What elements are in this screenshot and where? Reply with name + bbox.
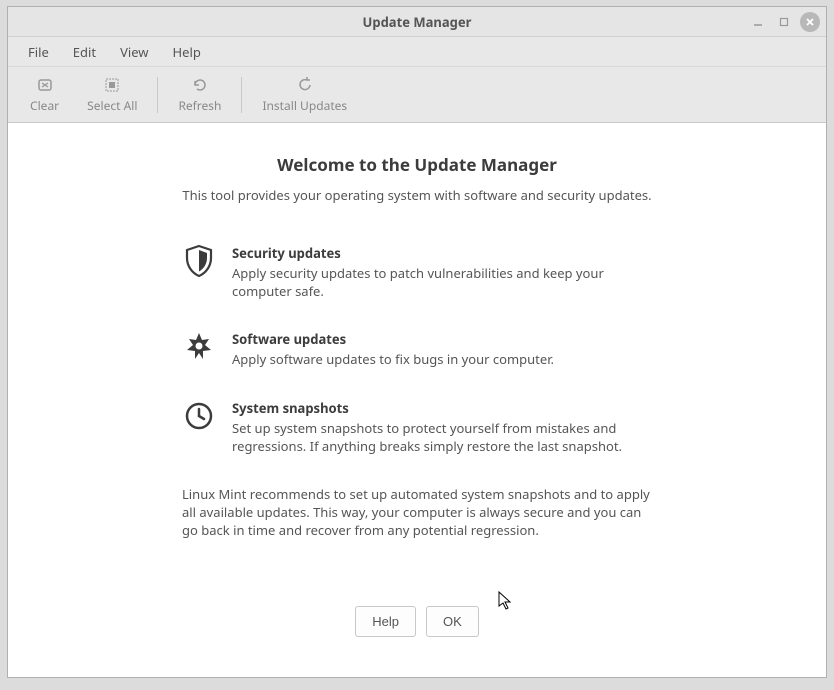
clock-icon xyxy=(182,399,216,433)
section-snapshots: System snapshots Set up system snapshots… xyxy=(182,399,652,455)
titlebar: Update Manager xyxy=(8,7,826,37)
shield-icon xyxy=(182,244,216,278)
recommendation-text: Linux Mint recommends to set up automate… xyxy=(182,485,652,540)
menu-file[interactable]: File xyxy=(16,39,61,65)
app-window: Update Manager File Edit View Help Clear xyxy=(7,6,827,678)
select-all-label: Select All xyxy=(87,97,137,114)
section-text: System snapshots Set up system snapshots… xyxy=(232,399,652,455)
cursor-icon xyxy=(498,591,514,615)
toolbar-separator xyxy=(241,77,242,113)
help-button[interactable]: Help xyxy=(355,606,416,637)
toolbar-separator xyxy=(157,77,158,113)
menu-view[interactable]: View xyxy=(108,39,160,65)
welcome-title: Welcome to the Update Manager xyxy=(277,153,557,176)
content-area: Welcome to the Update Manager This tool … xyxy=(8,123,826,677)
section-title: System snapshots xyxy=(232,399,652,417)
section-desc: Apply security updates to patch vulnerab… xyxy=(232,264,652,300)
toolbar: Clear Select All Refresh Install Updates xyxy=(8,67,826,123)
clear-icon xyxy=(37,76,53,94)
welcome-subtitle: This tool provides your operating system… xyxy=(182,186,651,204)
menu-help[interactable]: Help xyxy=(161,39,213,65)
clear-label: Clear xyxy=(30,97,59,114)
clear-button[interactable]: Clear xyxy=(16,72,73,118)
install-label: Install Updates xyxy=(262,97,347,114)
star-icon xyxy=(182,330,216,364)
select-all-button[interactable]: Select All xyxy=(73,72,151,118)
close-button[interactable] xyxy=(800,12,820,32)
section-text: Security updates Apply security updates … xyxy=(232,244,652,300)
menubar: File Edit View Help xyxy=(8,37,826,67)
maximize-button[interactable] xyxy=(774,12,794,32)
sections: Security updates Apply security updates … xyxy=(182,244,652,485)
refresh-label: Refresh xyxy=(178,97,221,114)
section-security: Security updates Apply security updates … xyxy=(182,244,652,300)
button-row: Help OK xyxy=(355,606,479,637)
minimize-button[interactable] xyxy=(748,12,768,32)
window-controls xyxy=(748,12,820,32)
section-software: Software updates Apply software updates … xyxy=(182,330,652,368)
section-text: Software updates Apply software updates … xyxy=(232,330,554,368)
section-title: Software updates xyxy=(232,330,554,348)
section-desc: Apply software updates to fix bugs in yo… xyxy=(232,350,554,368)
install-updates-button[interactable]: Install Updates xyxy=(248,72,361,118)
section-desc: Set up system snapshots to protect yours… xyxy=(232,419,652,455)
ok-button[interactable]: OK xyxy=(426,606,479,637)
section-title: Security updates xyxy=(232,244,652,262)
install-icon xyxy=(297,76,313,94)
menu-edit[interactable]: Edit xyxy=(61,39,108,65)
refresh-button[interactable]: Refresh xyxy=(164,72,235,118)
select-all-icon xyxy=(104,76,120,94)
refresh-icon xyxy=(192,76,208,94)
window-title: Update Manager xyxy=(363,13,472,31)
